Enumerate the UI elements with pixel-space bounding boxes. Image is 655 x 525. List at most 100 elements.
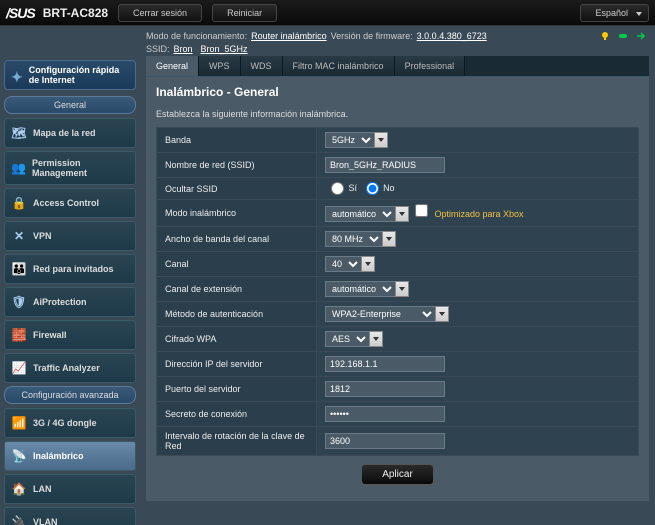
sidebar-item-label: Access Control [33, 198, 99, 208]
sidebar-icon: 🏠 [11, 481, 27, 497]
sidebar-item-permission-management[interactable]: 👥 Permission Management [4, 151, 136, 185]
logout-button[interactable]: Cerrar sesión [118, 4, 202, 22]
wmode-label: Modo inalámbrico [157, 200, 317, 227]
sidebar-icon: 📡 [11, 448, 27, 464]
sidebar-item-label: LAN [33, 484, 52, 494]
tab-wps[interactable]: WPS [199, 56, 241, 76]
dropdown-icon[interactable] [395, 206, 409, 222]
xbox-checkbox[interactable] [415, 204, 428, 217]
sidebar-icon: 📶 [11, 415, 27, 431]
cipher-label: Cifrado WPA [157, 327, 317, 352]
ext-label: Canal de extensión [157, 277, 317, 302]
sidebar-item-access-control[interactable]: 🔒 Access Control [4, 188, 136, 218]
auth-select[interactable]: WPA2-Enterprise [325, 306, 435, 322]
sidebar-icon: 👥 [11, 160, 26, 176]
sidebar-item-firewall[interactable]: 🧱 Firewall [4, 320, 136, 350]
status-usb-icon[interactable] [635, 30, 647, 42]
sidebar-header-advanced: Configuración avanzada [4, 386, 136, 404]
bw-label: Ancho de banda del canal [157, 227, 317, 252]
panel-desc: Establezca la siguiente información inal… [156, 109, 639, 119]
tab-general[interactable]: General [146, 56, 199, 76]
ssid-label: SSID: [146, 44, 170, 54]
hide-no[interactable]: No [360, 183, 395, 193]
sidebar-item-label: Mapa de la red [33, 128, 96, 138]
wmode-select[interactable]: automático [325, 206, 395, 222]
mode-value[interactable]: Router inalámbrico [251, 31, 327, 41]
language-select[interactable]: Español [580, 4, 649, 22]
auth-label: Método de autenticación [157, 302, 317, 327]
serverip-label: Dirección IP del servidor [157, 352, 317, 377]
sidebar-icon: 🧱 [11, 327, 27, 343]
sidebar-item-inal-mbrico[interactable]: 📡 Inalámbrico [4, 441, 136, 471]
dropdown-icon[interactable] [369, 331, 383, 347]
rotate-label: Intervalo de rotación de la clave de Red [157, 427, 317, 456]
dropdown-icon[interactable] [395, 281, 409, 297]
sidebar-item-vlan[interactable]: 🔌 VLAN [4, 507, 136, 525]
serverport-label: Puerto del servidor [157, 377, 317, 402]
band-select[interactable]: 5GHz [325, 132, 374, 148]
panel-title: Inalámbrico - General [156, 85, 639, 99]
sidebar-icon: 🔌 [11, 514, 27, 525]
ssid1: Bron [174, 44, 193, 54]
ssid-input[interactable] [325, 157, 445, 173]
xbox-label: Optimizado para Xbox [435, 209, 524, 219]
sidebar-item-label: Inalámbrico [33, 451, 84, 461]
sidebar: ✦ Configuración rápida de Internet Gener… [0, 56, 140, 525]
dropdown-icon[interactable] [374, 132, 388, 148]
status-bulb-icon[interactable] [599, 30, 611, 42]
secret-label: Secreto de conexión [157, 402, 317, 427]
sidebar-item-red-para-invitados[interactable]: 👪Red para invitados [4, 254, 136, 284]
wrench-icon: ✦ [11, 69, 23, 81]
apply-button[interactable]: Aplicar [361, 464, 434, 485]
secret-input[interactable] [325, 406, 445, 422]
sidebar-item-label: Red para invitados [33, 264, 114, 274]
tabs: GeneralWPSWDSFiltro MAC inalámbricoProfe… [146, 56, 649, 77]
fw-label: Versión de firmware: [331, 31, 413, 41]
dropdown-icon[interactable] [435, 306, 449, 322]
sidebar-item-label: VLAN [33, 517, 58, 525]
sidebar-item-lan[interactable]: 🏠 LAN [4, 474, 136, 504]
sidebar-item-vpn[interactable]: ✕ VPN [4, 221, 136, 251]
hide-ssid-label: Ocultar SSID [157, 178, 317, 200]
status-led-icon[interactable] [617, 30, 629, 42]
sidebar-item-label: Permission Management [32, 158, 129, 178]
sidebar-icon: 🔒 [11, 195, 27, 211]
serverport-input[interactable] [325, 381, 445, 397]
ext-select[interactable]: automático [325, 281, 395, 297]
tab-professional[interactable]: Professional [395, 56, 466, 76]
model-name: BRT-AC828 [43, 6, 108, 20]
mode-label: Modo de funcionamiento: [146, 31, 247, 41]
dropdown-icon[interactable] [382, 231, 396, 247]
tab-filtro-mac-inal-mbrico[interactable]: Filtro MAC inalámbrico [283, 56, 395, 76]
fw-value[interactable]: 3.0.0.4.380_6723 [417, 31, 487, 41]
sidebar-item-label: Firewall [33, 330, 67, 340]
sidebar-item-traffic-analyzer[interactable]: 📈Traffic Analyzer [4, 353, 136, 383]
channel-select[interactable]: 40 [325, 256, 361, 272]
main-panel: GeneralWPSWDSFiltro MAC inalámbricoProfe… [140, 56, 655, 525]
sidebar-icon: 🛡 [11, 294, 27, 310]
bw-select[interactable]: 80 MHz [325, 231, 382, 247]
brand-logo: /SUS [6, 5, 35, 21]
ssid-field-label: Nombre de red (SSID) [157, 153, 317, 178]
sidebar-icon: ✕ [11, 228, 27, 244]
dropdown-icon[interactable] [361, 256, 375, 272]
qis-button[interactable]: ✦ Configuración rápida de Internet [4, 60, 136, 90]
ssid-row: SSID: Bron Bron_5GHz [0, 44, 655, 56]
tab-wds[interactable]: WDS [241, 56, 283, 76]
sidebar-item-mapa-de-la-red[interactable]: 🗺 Mapa de la red [4, 118, 136, 148]
cipher-select[interactable]: AES [325, 331, 369, 347]
hide-yes[interactable]: Sí [325, 183, 357, 193]
sidebar-item-label: VPN [33, 231, 52, 241]
sidebar-item-label: 3G / 4G dongle [33, 418, 97, 428]
qis-label: Configuración rápida de Internet [29, 65, 129, 85]
ssid2: Bron_5GHz [201, 44, 248, 54]
sidebar-item-label: Traffic Analyzer [33, 363, 100, 373]
sidebar-item-aiprotection[interactable]: 🛡AiProtection [4, 287, 136, 317]
sidebar-icon: 🗺 [11, 125, 27, 141]
sidebar-header-general: General [4, 96, 136, 114]
reboot-button[interactable]: Reiniciar [212, 4, 277, 22]
sidebar-item-3g-4g-dongle[interactable]: 📶 3G / 4G dongle [4, 408, 136, 438]
serverip-input[interactable] [325, 356, 445, 372]
info-row: Modo de funcionamiento: Router inalámbri… [0, 26, 655, 44]
rotate-input[interactable] [325, 433, 445, 449]
